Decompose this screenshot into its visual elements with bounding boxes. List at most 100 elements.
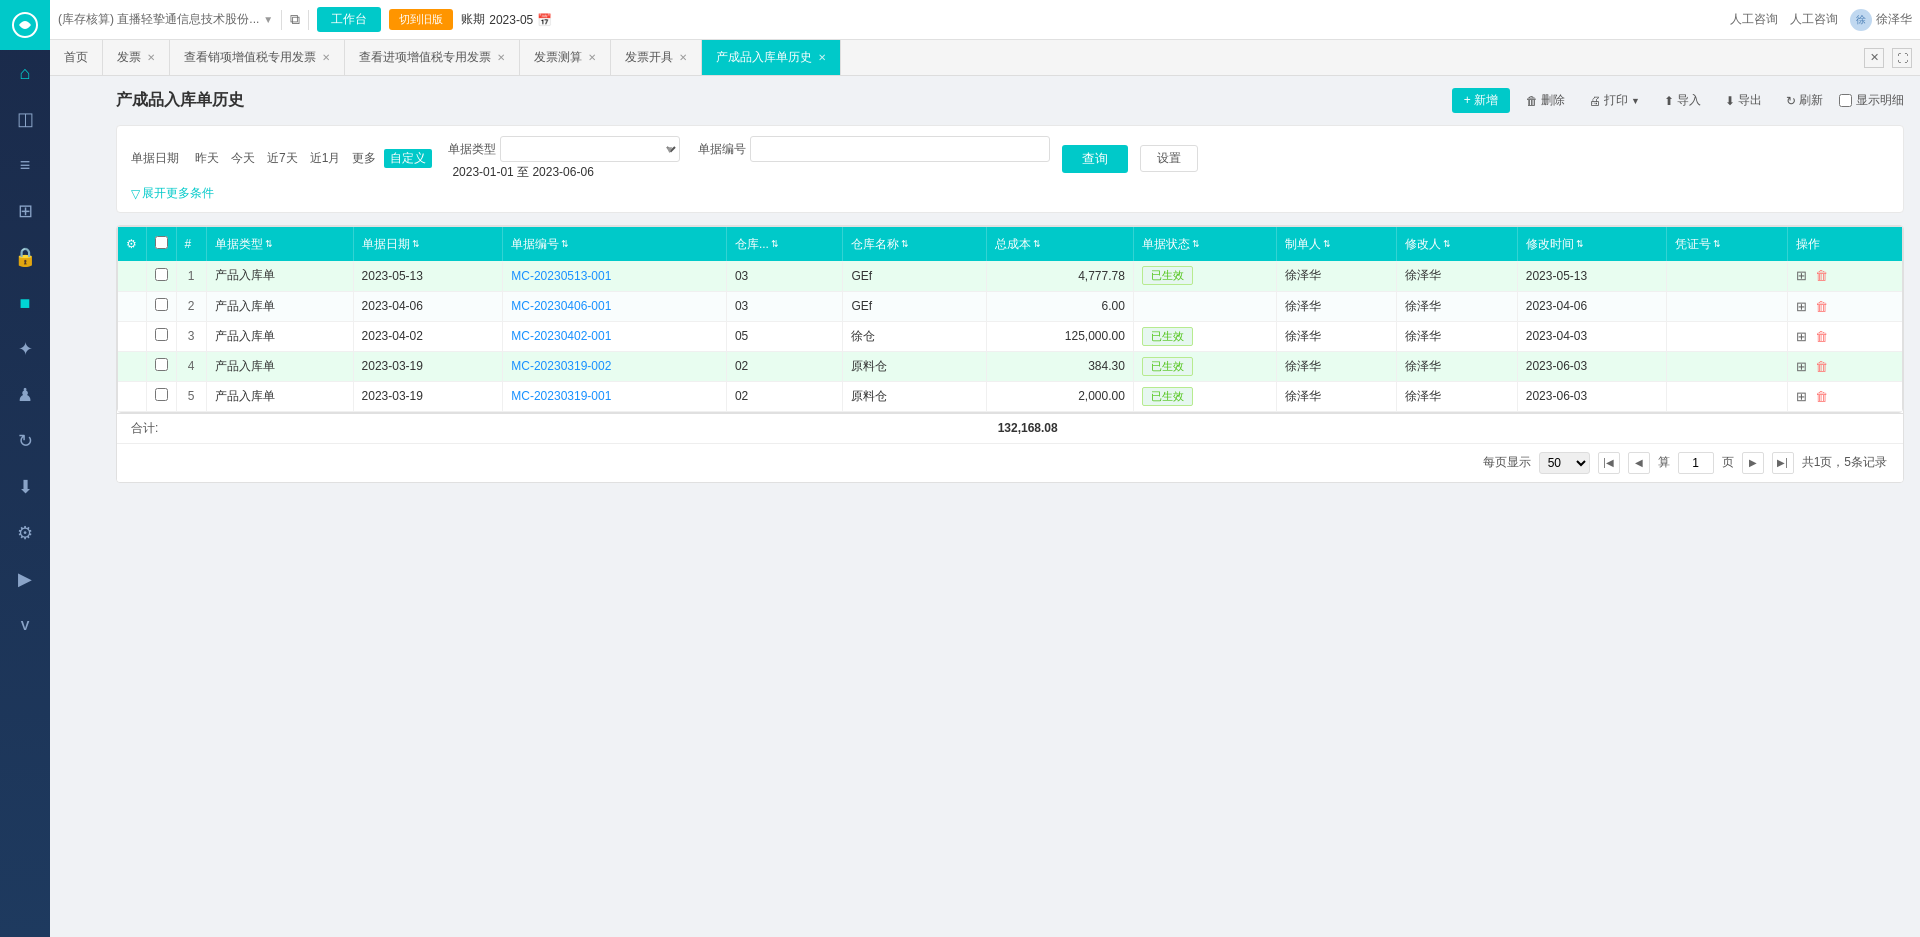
cell-number-link-1[interactable]: MC-20230513-001 xyxy=(511,269,611,283)
sidebar-icon-settings[interactable]: ⚙ xyxy=(0,510,50,556)
cell-number-link-2[interactable]: MC-20230406-001 xyxy=(511,299,611,313)
expand-more-conditions[interactable]: ▽ 展开更多条件 xyxy=(131,185,1889,202)
tab-invoice[interactable]: 发票 ✕ xyxy=(103,40,170,76)
delete-button[interactable]: 🗑 删除 xyxy=(1518,89,1573,112)
print-button[interactable]: 🖨 打印 ▼ xyxy=(1581,89,1648,112)
sidebar-icon-document[interactable]: ◫ xyxy=(0,96,50,142)
next-page-btn[interactable]: ▶ xyxy=(1742,452,1764,474)
delete-btn-4[interactable]: 🗑 xyxy=(1815,359,1828,374)
import-button[interactable]: ⬆ 导入 xyxy=(1656,89,1709,112)
edit-btn-2[interactable]: ⊞ xyxy=(1796,299,1807,314)
th-creator[interactable]: 制单人 ⇅ xyxy=(1277,227,1397,261)
th-number[interactable]: 单据编号 ⇅ xyxy=(503,227,727,261)
app-logo[interactable] xyxy=(0,0,50,50)
query-button[interactable]: 查询 xyxy=(1062,145,1128,173)
cell-number-link-3[interactable]: MC-20230402-001 xyxy=(511,329,611,343)
settings-button[interactable]: 设置 xyxy=(1140,145,1198,172)
company-dropdown-icon[interactable]: ▼ xyxy=(263,14,273,25)
th-type-sort[interactable]: 单据类型 ⇅ xyxy=(215,236,345,253)
th-modify-time-sort[interactable]: 修改时间 ⇅ xyxy=(1526,236,1659,253)
tab-purchase-vat[interactable]: 查看进项增值税专用发票 ✕ xyxy=(345,40,520,76)
date-more-btn[interactable]: 更多 xyxy=(348,149,380,168)
row-checkbox-4[interactable] xyxy=(155,358,168,371)
cell-checkbox-2[interactable] xyxy=(146,291,176,321)
th-total-cost-sort[interactable]: 总成本 ⇅ xyxy=(995,236,1125,253)
th-type[interactable]: 单据类型 ⇅ xyxy=(206,227,353,261)
th-date[interactable]: 单据日期 ⇅ xyxy=(353,227,503,261)
period-calendar-icon[interactable]: 📅 xyxy=(537,13,552,27)
select-all-checkbox[interactable] xyxy=(155,236,168,249)
sidebar-icon-play[interactable]: ▶ xyxy=(0,556,50,602)
tab-product-inbound[interactable]: 产成品入库单历史 ✕ xyxy=(702,40,841,76)
cell-number-2[interactable]: MC-20230406-001 xyxy=(503,291,727,321)
tab-invoice-close[interactable]: ✕ xyxy=(147,52,155,63)
type-filter-select[interactable] xyxy=(500,136,680,162)
sidebar-icon-inventory[interactable]: ■ xyxy=(0,280,50,326)
user-info[interactable]: 徐 徐泽华 xyxy=(1850,9,1912,31)
tab-invoice-open-close[interactable]: ✕ xyxy=(679,52,687,63)
sidebar-icon-download[interactable]: ⬇ xyxy=(0,464,50,510)
sidebar-icon-people[interactable]: ♟ xyxy=(0,372,50,418)
refresh-button[interactable]: ↻ 刷新 xyxy=(1778,89,1831,112)
cell-checkbox-1[interactable] xyxy=(146,261,176,291)
support-text[interactable]: 人工咨询 xyxy=(1790,11,1838,28)
tab-invoice-calc-close[interactable]: ✕ xyxy=(588,52,596,63)
row-checkbox-5[interactable] xyxy=(155,388,168,401)
switch-version-button[interactable]: 切到旧版 xyxy=(389,9,453,30)
tab-sales-vat-close[interactable]: ✕ xyxy=(322,52,330,63)
date-1month-btn[interactable]: 近1月 xyxy=(306,149,345,168)
row-checkbox-1[interactable] xyxy=(155,268,168,281)
cell-checkbox-3[interactable] xyxy=(146,321,176,351)
cell-checkbox-4[interactable] xyxy=(146,351,176,381)
edit-btn-4[interactable]: ⊞ xyxy=(1796,359,1807,374)
cell-checkbox-5[interactable] xyxy=(146,381,176,411)
th-modifier-sort[interactable]: 修改人 ⇅ xyxy=(1405,236,1508,253)
th-settings[interactable]: ⚙ xyxy=(118,227,146,261)
doc-copy-icon[interactable]: ⧉ xyxy=(290,11,300,28)
th-date-sort[interactable]: 单据日期 ⇅ xyxy=(362,236,495,253)
sidebar-icon-analysis[interactable]: ⊞ xyxy=(0,188,50,234)
date-custom-btn[interactable]: 自定义 xyxy=(384,149,432,168)
export-button[interactable]: ⬇ 导出 xyxy=(1717,89,1770,112)
number-filter-input[interactable] xyxy=(750,136,1050,162)
workbench-button[interactable]: 工作台 xyxy=(317,7,381,32)
th-creator-sort[interactable]: 制单人 ⇅ xyxy=(1285,236,1388,253)
row-checkbox-3[interactable] xyxy=(155,328,168,341)
cell-number-link-5[interactable]: MC-20230319-001 xyxy=(511,389,611,403)
last-page-btn[interactable]: ▶| xyxy=(1772,452,1794,474)
cell-number-link-4[interactable]: MC-20230319-002 xyxy=(511,359,611,373)
th-modify-time[interactable]: 修改时间 ⇅ xyxy=(1517,227,1667,261)
cell-number-5[interactable]: MC-20230319-001 xyxy=(503,381,727,411)
th-status[interactable]: 单据状态 ⇅ xyxy=(1133,227,1276,261)
edit-btn-5[interactable]: ⊞ xyxy=(1796,389,1807,404)
th-modifier[interactable]: 修改人 ⇅ xyxy=(1397,227,1517,261)
tab-home[interactable]: 首页 xyxy=(50,40,103,76)
delete-btn-3[interactable]: 🗑 xyxy=(1815,329,1828,344)
th-voucher-sort[interactable]: 凭证号 ⇅ xyxy=(1675,236,1778,253)
per-page-select[interactable]: 50 100 200 xyxy=(1539,452,1590,474)
th-checkbox[interactable] xyxy=(146,227,176,261)
cell-number-1[interactable]: MC-20230513-001 xyxy=(503,261,727,291)
sidebar-icon-stamp[interactable]: ✦ xyxy=(0,326,50,372)
support-link[interactable]: 人工咨询 xyxy=(1730,11,1778,28)
show-detail-checkbox[interactable]: 显示明细 xyxy=(1839,92,1904,109)
row-checkbox-2[interactable] xyxy=(155,298,168,311)
th-voucher[interactable]: 凭证号 ⇅ xyxy=(1667,227,1787,261)
th-warehouse-name[interactable]: 仓库名称 ⇅ xyxy=(843,227,986,261)
first-page-btn[interactable]: |◀ xyxy=(1598,452,1620,474)
page-number-input[interactable] xyxy=(1678,452,1714,474)
window-close-btn[interactable]: ✕ xyxy=(1864,48,1884,68)
sidebar-icon-refresh2[interactable]: ↻ xyxy=(0,418,50,464)
prev-page-btn[interactable]: ◀ xyxy=(1628,452,1650,474)
th-total-cost[interactable]: 总成本 ⇅ xyxy=(986,227,1133,261)
column-settings-icon[interactable]: ⚙ xyxy=(126,237,137,251)
new-button[interactable]: + 新增 xyxy=(1452,88,1510,113)
cell-number-4[interactable]: MC-20230319-002 xyxy=(503,351,727,381)
sidebar-icon-v[interactable]: V xyxy=(0,602,50,648)
tab-invoice-open[interactable]: 发票开具 ✕ xyxy=(611,40,702,76)
window-maximize-btn[interactable]: ⛶ xyxy=(1892,48,1912,68)
company-selector[interactable]: (库存核算) 直播轻挚通信息技术股份... ▼ xyxy=(58,11,273,28)
cell-number-3[interactable]: MC-20230402-001 xyxy=(503,321,727,351)
th-warehouse-code[interactable]: 仓库... ⇅ xyxy=(726,227,843,261)
edit-btn-3[interactable]: ⊞ xyxy=(1796,329,1807,344)
